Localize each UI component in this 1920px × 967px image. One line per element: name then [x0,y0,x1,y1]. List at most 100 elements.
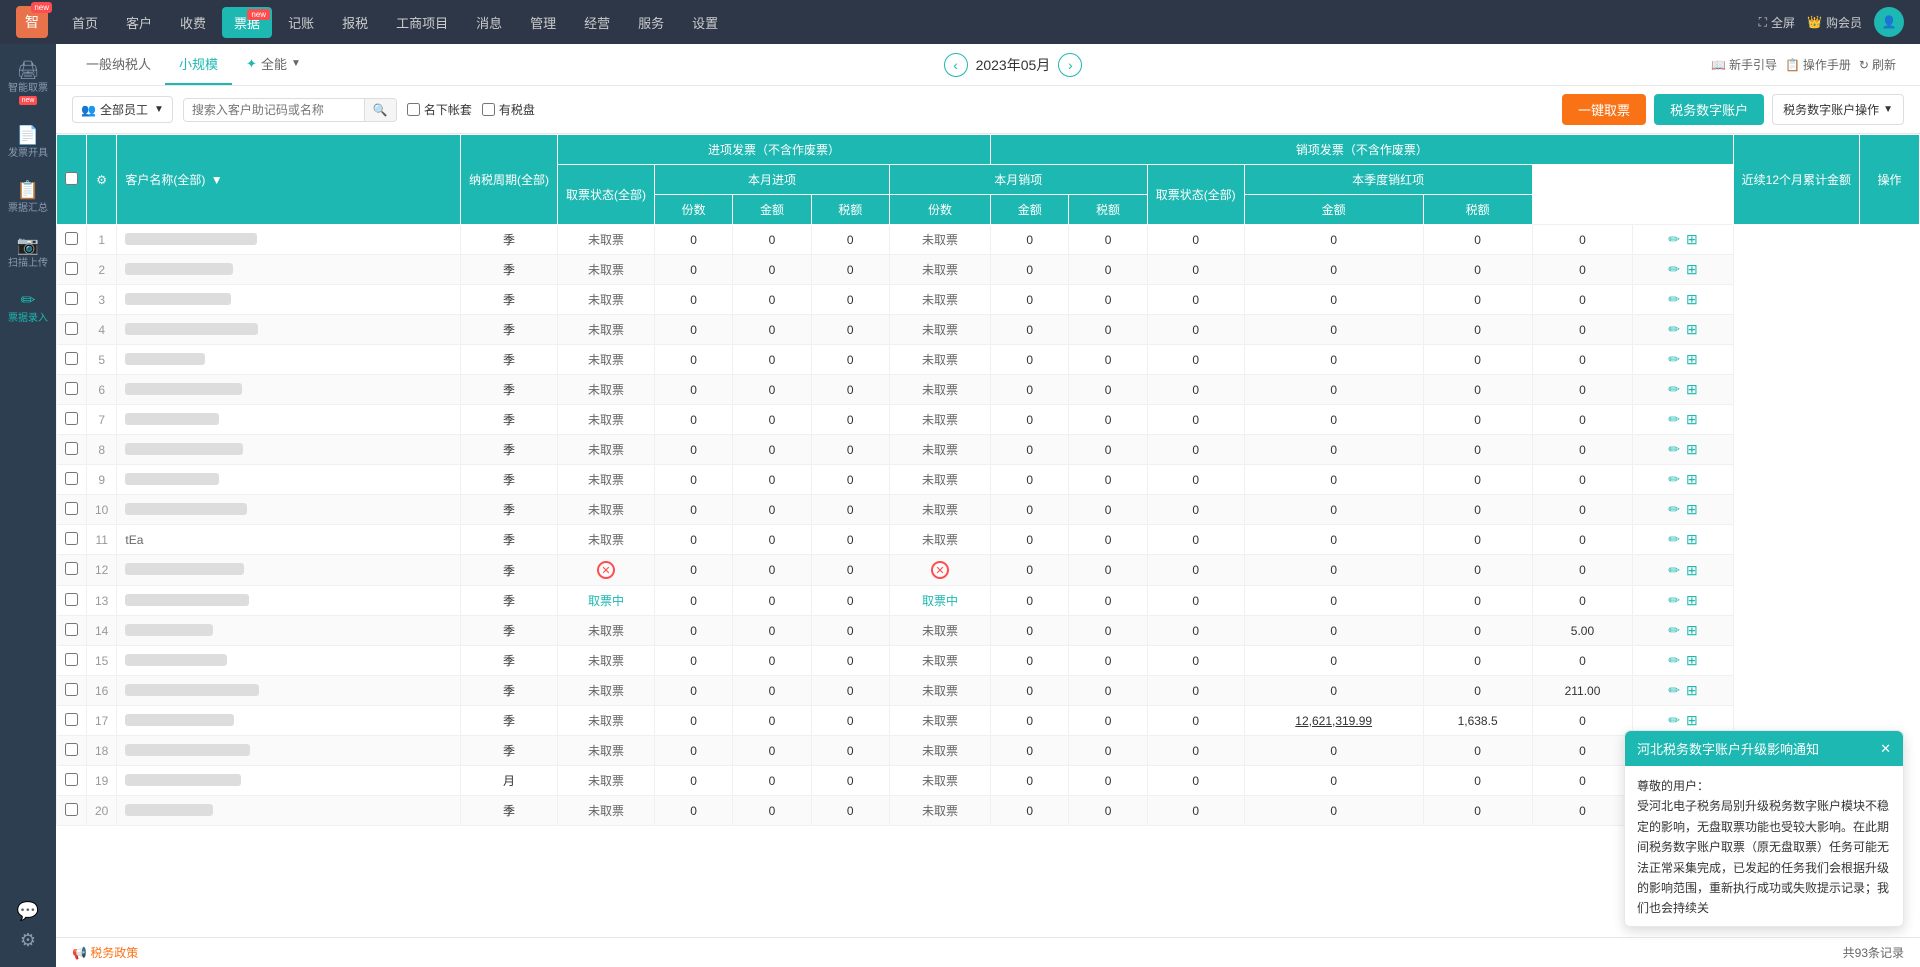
sidebar-item-summary[interactable]: 📋 票据汇总 [2,172,54,223]
client-filter-icon[interactable]: ▼ [211,173,223,187]
nav-invoice[interactable]: 票据 new [222,7,272,38]
edit-action-icon[interactable]: ✏ [1668,622,1680,638]
row-checkbox[interactable] [65,532,78,545]
sidebar-item-invoice-open[interactable]: 📄 发票开具 [2,117,54,168]
tax-disc-checkbox-label[interactable]: 有税盘 [482,101,535,118]
row-checkbox[interactable] [65,262,78,275]
tax-policy-link[interactable]: 📢 税务政策 [72,944,138,961]
edit-action-icon[interactable]: ✏ [1668,441,1680,457]
edit-action-icon[interactable]: ✏ [1668,712,1680,728]
nav-client[interactable]: 客户 [114,7,164,38]
copy-action-icon[interactable]: ⊞ [1686,652,1698,668]
edit-action-icon[interactable]: ✏ [1668,381,1680,397]
nav-message[interactable]: 消息 [464,7,514,38]
copy-action-icon[interactable]: ⊞ [1686,682,1698,698]
copy-action-icon[interactable]: ⊞ [1686,471,1698,487]
date-next-btn[interactable]: › [1058,53,1082,77]
copy-action-icon[interactable]: ⊞ [1686,261,1698,277]
deduct-amount: 0 [1244,315,1423,345]
row-checkbox[interactable] [65,623,78,636]
edit-action-icon[interactable]: ✏ [1668,501,1680,517]
row-checkbox[interactable] [65,683,78,696]
tab-general-taxpayer[interactable]: 一般纳税人 [72,44,165,85]
ledger-checkbox-label[interactable]: 名下帐套 [407,101,472,118]
search-input[interactable] [184,99,364,121]
edit-action-icon[interactable]: ✏ [1668,471,1680,487]
row-checkbox[interactable] [65,292,78,305]
sidebar-item-smart-fetch[interactable]: 🖨 智能取票 new [2,52,54,113]
row-checkbox[interactable] [65,472,78,485]
nav-tax[interactable]: 报税 [330,7,380,38]
sidebar-item-scan[interactable]: 📷 扫描上传 [2,227,54,278]
row-checkbox[interactable] [65,412,78,425]
nav-operation[interactable]: 经营 [572,7,622,38]
notification-close-btn[interactable]: ✕ [1880,741,1891,757]
edit-action-icon[interactable]: ✏ [1668,351,1680,367]
copy-action-icon[interactable]: ⊞ [1686,531,1698,547]
edit-action-icon[interactable]: ✏ [1668,231,1680,247]
digital-account-btn[interactable]: 税务数字账户 [1654,94,1764,125]
tab-small-scale[interactable]: 小规模 [165,44,232,85]
edit-action-icon[interactable]: ✏ [1668,531,1680,547]
row-checkbox[interactable] [65,232,78,245]
new-guide-btn[interactable]: 📖 新手引导 [1711,56,1777,73]
row-checkbox[interactable] [65,713,78,726]
out-status: 未取票 [889,465,990,495]
copy-action-icon[interactable]: ⊞ [1686,562,1698,578]
edit-action-icon[interactable]: ✏ [1668,291,1680,307]
row-checkbox[interactable] [65,352,78,365]
copy-action-icon[interactable]: ⊞ [1686,411,1698,427]
employee-filter[interactable]: 👥 全部员工 ▼ [72,96,173,123]
refresh-btn[interactable]: ↻ 刷新 [1859,56,1896,73]
copy-action-icon[interactable]: ⊞ [1686,321,1698,337]
sidebar-help-icon[interactable]: 💬 [17,901,39,922]
nav-service[interactable]: 服务 [626,7,676,38]
copy-action-icon[interactable]: ⊞ [1686,712,1698,728]
copy-action-icon[interactable]: ⊞ [1686,231,1698,247]
copy-action-icon[interactable]: ⊞ [1686,381,1698,397]
copy-action-icon[interactable]: ⊞ [1686,291,1698,307]
nav-business[interactable]: 工商项目 [384,7,460,38]
nav-home[interactable]: 首页 [60,7,110,38]
row-checkbox[interactable] [65,773,78,786]
date-prev-btn[interactable]: ‹ [944,53,968,77]
row-checkbox[interactable] [65,502,78,515]
sidebar-settings-icon[interactable]: ⚙ [20,930,36,951]
edit-action-icon[interactable]: ✏ [1668,652,1680,668]
edit-action-icon[interactable]: ✏ [1668,682,1680,698]
row-checkbox[interactable] [65,382,78,395]
user-avatar[interactable]: 👤 [1874,7,1904,37]
fetch-all-btn[interactable]: 一键取票 [1562,94,1646,125]
nav-settings[interactable]: 设置 [680,7,730,38]
member-btn[interactable]: 👑 购会员 [1807,14,1862,31]
search-button[interactable]: 🔍 [364,99,396,121]
tab-all-ability[interactable]: ✦ 全能 ▼ [232,44,315,85]
manual-btn[interactable]: 📋 操作手册 [1785,56,1851,73]
edit-action-icon[interactable]: ✏ [1668,411,1680,427]
fullscreen-btn[interactable]: ⛶ 全屏 [1759,14,1795,31]
edit-action-icon[interactable]: ✏ [1668,261,1680,277]
copy-action-icon[interactable]: ⊞ [1686,351,1698,367]
row-checkbox[interactable] [65,803,78,816]
edit-action-icon[interactable]: ✏ [1668,592,1680,608]
row-checkbox[interactable] [65,442,78,455]
copy-action-icon[interactable]: ⊞ [1686,441,1698,457]
nav-manage[interactable]: 管理 [518,7,568,38]
ledger-checkbox[interactable] [407,103,420,116]
digital-account-ops-btn[interactable]: 税务数字账户操作 ▼ [1772,94,1904,125]
row-checkbox[interactable] [65,743,78,756]
edit-action-icon[interactable]: ✏ [1668,562,1680,578]
row-checkbox[interactable] [65,322,78,335]
nav-fee[interactable]: 收费 [168,7,218,38]
row-checkbox[interactable] [65,593,78,606]
nav-accounting[interactable]: 记账 [276,7,326,38]
select-all-checkbox[interactable] [65,172,78,185]
copy-action-icon[interactable]: ⊞ [1686,622,1698,638]
copy-action-icon[interactable]: ⊞ [1686,592,1698,608]
row-checkbox[interactable] [65,562,78,575]
row-checkbox[interactable] [65,653,78,666]
sidebar-item-entry[interactable]: ✏ 票据录入 [2,282,54,333]
edit-action-icon[interactable]: ✏ [1668,321,1680,337]
tax-disc-checkbox[interactable] [482,103,495,116]
copy-action-icon[interactable]: ⊞ [1686,501,1698,517]
